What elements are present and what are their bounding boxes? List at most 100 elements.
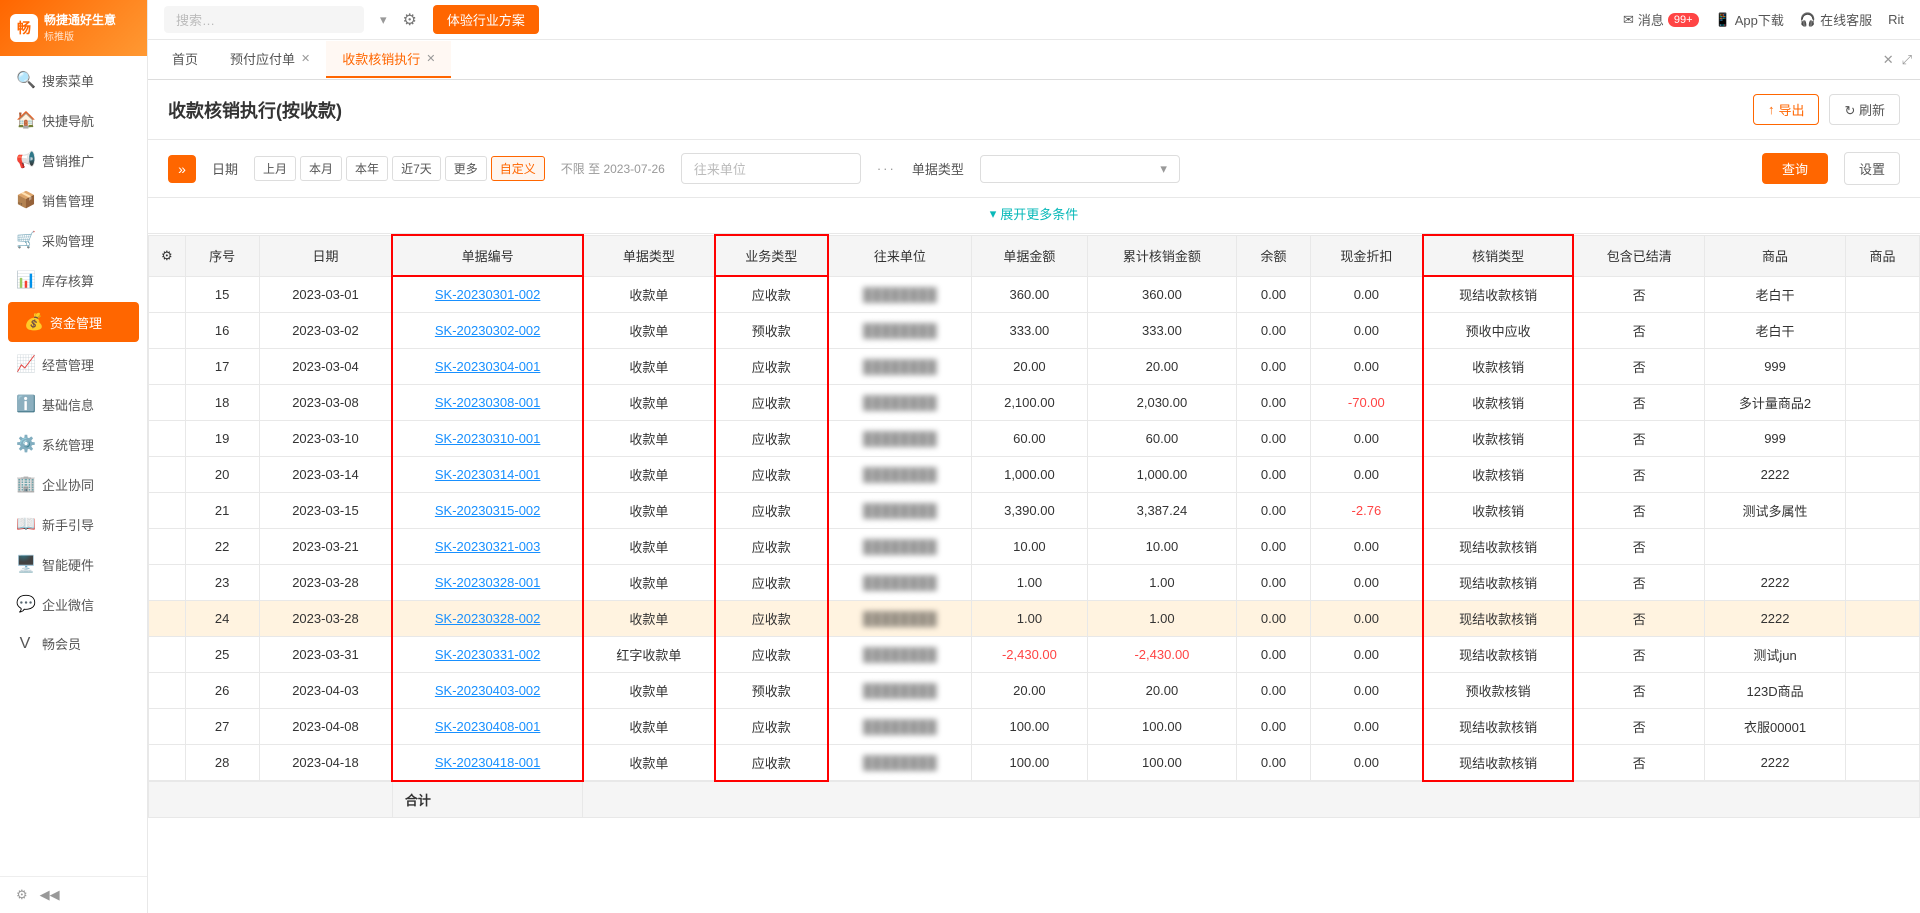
sidebar-item-guide[interactable]: 📖新手引导 xyxy=(0,504,147,544)
cell-date: 2023-04-03 xyxy=(259,673,392,709)
tab-home[interactable]: 首页 xyxy=(156,41,214,78)
sidebar-item-system[interactable]: ⚙️系统管理 xyxy=(0,424,147,464)
sidebar-item-label-search: 搜索菜单 xyxy=(42,71,94,90)
solution-button[interactable]: 体验行业方案 xyxy=(433,5,539,34)
expand-icon[interactable]: ⤢ xyxy=(1902,52,1912,68)
cell-biz-type: 应收款 xyxy=(715,493,828,529)
settings-icon[interactable]: ⚙ xyxy=(16,887,28,903)
topbar-chevron-icon[interactable]: ▾ xyxy=(380,12,387,28)
close-all-icon[interactable]: ✕ xyxy=(1883,52,1894,68)
collapse-icon[interactable]: ◀◀ xyxy=(40,887,60,903)
cell-goods2 xyxy=(1845,529,1919,565)
last-7days-btn[interactable]: 近7天 xyxy=(392,156,441,181)
cell-code[interactable]: SK-20230315-002 xyxy=(392,493,583,529)
cell-code[interactable]: SK-20230328-001 xyxy=(392,565,583,601)
cell-code[interactable]: SK-20230304-001 xyxy=(392,349,583,385)
cell-doc-type: 收款单 xyxy=(583,457,715,493)
messages-item[interactable]: ✉ 消息 99+ xyxy=(1623,10,1699,29)
cell-amount: 3,390.00 xyxy=(972,493,1088,529)
th-biz-type: 业务类型 xyxy=(715,235,828,276)
tab-write-off-close[interactable]: ✕ xyxy=(426,52,435,65)
cell-code[interactable]: SK-20230403-002 xyxy=(392,673,583,709)
topbar-search: 搜索… xyxy=(164,6,364,33)
cell-code[interactable]: SK-20230308-001 xyxy=(392,385,583,421)
topbar-settings-icon[interactable]: ⚙ xyxy=(403,10,417,30)
cell-code[interactable]: SK-20230302-002 xyxy=(392,313,583,349)
sidebar-item-sales[interactable]: 📦销售管理 xyxy=(0,180,147,220)
cell-code[interactable]: SK-20230331-002 xyxy=(392,637,583,673)
cell-amount: 100.00 xyxy=(972,745,1088,782)
export-button[interactable]: ↑ 导出 xyxy=(1753,94,1820,125)
sidebar-item-label-quick-nav: 快捷导航 xyxy=(42,111,94,130)
sidebar-item-member[interactable]: V畅会员 xyxy=(0,624,147,663)
tab-pre-payment[interactable]: 预付应付单 ✕ xyxy=(214,41,326,78)
cell-code[interactable]: SK-20230328-002 xyxy=(392,601,583,637)
sidebar-item-label-member: 畅会员 xyxy=(42,634,81,653)
more-btn[interactable]: 更多 xyxy=(445,156,487,181)
this-year-btn[interactable]: 本年 xyxy=(346,156,388,181)
cell-code[interactable]: SK-20230321-003 xyxy=(392,529,583,565)
sidebar-nav: 🔍搜索菜单🏠快捷导航📢营销推广📦销售管理🛒采购管理📊库存核算💰资金管理📈经营管理… xyxy=(0,56,147,876)
cell-code[interactable]: SK-20230408-001 xyxy=(392,709,583,745)
cell-settings xyxy=(149,313,186,349)
th-settings[interactable]: ⚙ xyxy=(149,235,186,276)
tab-write-off[interactable]: 收款核销执行 ✕ xyxy=(326,41,451,78)
cell-cumulative: 1,000.00 xyxy=(1087,457,1236,493)
guide-icon: 📖 xyxy=(16,514,34,534)
last-month-btn[interactable]: 上月 xyxy=(254,156,296,181)
basic-icon: ℹ️ xyxy=(16,394,34,414)
cell-code[interactable]: SK-20230301-002 xyxy=(392,276,583,313)
sidebar-item-inventory[interactable]: 📊库存核算 xyxy=(0,260,147,300)
cell-code[interactable]: SK-20230418-001 xyxy=(392,745,583,782)
sidebar-item-operation[interactable]: 📈经营管理 xyxy=(0,344,147,384)
custom-btn[interactable]: 自定义 xyxy=(491,156,545,181)
sidebar-bottom: ⚙ ◀◀ xyxy=(0,876,147,913)
tabbar: 首页 预付应付单 ✕ 收款核销执行 ✕ ✕ ⤢ xyxy=(148,40,1920,80)
tab-pre-payment-close[interactable]: ✕ xyxy=(301,52,310,65)
cell-biz-type: 应收款 xyxy=(715,276,828,313)
sidebar-item-finance[interactable]: 💰资金管理 xyxy=(8,302,139,342)
sidebar-item-purchase[interactable]: 🛒采购管理 xyxy=(0,220,147,260)
cell-balance: 0.00 xyxy=(1237,385,1311,421)
sidebar-item-wechat[interactable]: 💬企业微信 xyxy=(0,584,147,624)
cell-goods2 xyxy=(1845,601,1919,637)
cell-code[interactable]: SK-20230314-001 xyxy=(392,457,583,493)
filter-settings-button[interactable]: 设置 xyxy=(1844,152,1900,185)
cell-discount: 0.00 xyxy=(1310,457,1422,493)
filter-toggle[interactable]: » xyxy=(168,155,196,183)
cell-amount: 100.00 xyxy=(972,709,1088,745)
cell-cancel-type: 收款核销 xyxy=(1423,385,1574,421)
refresh-button[interactable]: ↻ 刷新 xyxy=(1829,94,1900,125)
table-row: 24 2023-03-28 SK-20230328-002 收款单 应收款 ██… xyxy=(149,601,1920,637)
sidebar-item-label-system: 系统管理 xyxy=(42,435,94,454)
this-month-btn[interactable]: 本月 xyxy=(300,156,342,181)
cell-serial: 15 xyxy=(185,276,259,313)
expand-conditions-btn[interactable]: ▾ 展开更多条件 xyxy=(990,204,1079,223)
sidebar-item-marketing[interactable]: 📢营销推广 xyxy=(0,140,147,180)
cell-discount: 0.00 xyxy=(1310,673,1422,709)
receipt-type-select[interactable]: ▾ xyxy=(980,155,1180,183)
cell-goods: 2222 xyxy=(1705,565,1846,601)
user-name[interactable]: Rit xyxy=(1888,12,1904,27)
query-button[interactable]: 查询 xyxy=(1762,153,1828,184)
sidebar-item-hardware[interactable]: 🖥️智能硬件 xyxy=(0,544,147,584)
cell-goods: 999 xyxy=(1705,421,1846,457)
cell-settings xyxy=(149,709,186,745)
table-row: 26 2023-04-03 SK-20230403-002 收款单 预收款 ██… xyxy=(149,673,1920,709)
cell-settings xyxy=(149,493,186,529)
app-download-item[interactable]: 📱 App下载 xyxy=(1715,10,1784,29)
sidebar-item-basic[interactable]: ℹ️基础信息 xyxy=(0,384,147,424)
cell-code[interactable]: SK-20230310-001 xyxy=(392,421,583,457)
sidebar-item-corp[interactable]: 🏢企业协同 xyxy=(0,464,147,504)
cell-serial: 24 xyxy=(185,601,259,637)
partner-select[interactable]: 往来单位 xyxy=(681,153,861,184)
online-service-item[interactable]: 🎧 在线客服 xyxy=(1800,10,1872,29)
cell-cumulative: 1.00 xyxy=(1087,601,1236,637)
cell-doc-type: 收款单 xyxy=(583,673,715,709)
table-area: ⚙ 序号 日期 单据编号 单据类型 业务类型 往来单位 单据金额 累计核销金额 … xyxy=(148,234,1920,913)
cell-biz-type: 应收款 xyxy=(715,601,828,637)
cell-settings xyxy=(149,349,186,385)
cell-goods: 多计量商品2 xyxy=(1705,385,1846,421)
sidebar-item-quick-nav[interactable]: 🏠快捷导航 xyxy=(0,100,147,140)
sidebar-item-search[interactable]: 🔍搜索菜单 xyxy=(0,60,147,100)
